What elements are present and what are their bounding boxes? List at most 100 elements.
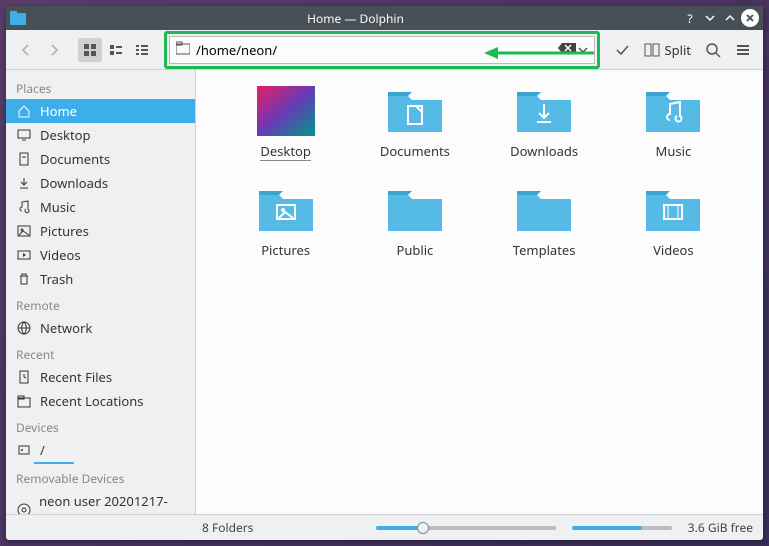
folder-icon (515, 86, 573, 136)
folder-icon (515, 185, 573, 235)
annotation-highlight: /home/neon/ (164, 31, 600, 69)
dolphin-window: Home — Dolphin ? /home/neon/ (6, 6, 763, 540)
folder-templates[interactable]: Templates (485, 185, 604, 260)
compact-view-button[interactable] (104, 38, 128, 62)
sidebar-item-label: Trash (40, 270, 73, 288)
file-view[interactable]: Desktop Documents Downloads Music Pictures Pu… (196, 70, 763, 514)
folder-downloads[interactable]: Downloads (485, 86, 604, 161)
section-devices: Devices (6, 413, 195, 438)
path-bar[interactable]: /home/neon/ (169, 36, 595, 64)
sidebar-item-recent-locations[interactable]: Recent Locations (6, 389, 195, 413)
clear-path-button[interactable] (558, 41, 576, 59)
maximize-button[interactable] (721, 9, 739, 27)
folder-label: Documents (380, 142, 450, 161)
recent locations-icon (16, 394, 32, 408)
sidebar-item-desktop[interactable]: Desktop (6, 123, 195, 147)
path-right-controls (558, 41, 588, 59)
videos-icon (16, 248, 32, 262)
pictures-icon (16, 224, 32, 238)
folder-icon (257, 86, 315, 136)
sidebar: Places Home Desktop Documents Downloads Musi… (6, 70, 196, 514)
downloads-icon (16, 176, 32, 190)
sidebar-item-label: Music (40, 198, 76, 216)
folder-icon (644, 86, 702, 136)
folder-grid: Desktop Documents Downloads Music Pictures Pu… (226, 86, 733, 260)
folder-icon (257, 185, 315, 235)
path-bar-container: /home/neon/ (164, 31, 600, 69)
sidebar-item-music[interactable]: Music (6, 195, 195, 219)
folder-public[interactable]: Public (355, 185, 474, 260)
sidebar-item-label: Downloads (40, 174, 108, 192)
sidebar-item-downloads[interactable]: Downloads (6, 171, 195, 195)
close-button[interactable] (741, 9, 759, 27)
_removable-icon (16, 503, 31, 514)
confirm-path-button[interactable] (610, 38, 634, 62)
details-view-button[interactable] (130, 38, 154, 62)
hamburger-menu-button[interactable] (731, 38, 755, 62)
folder-label: Videos (653, 241, 694, 260)
folder-label: Templates (513, 241, 576, 260)
window-title: Home — Dolphin (30, 10, 681, 27)
statusbar: 8 Folders 3.6 GiB free (6, 514, 763, 540)
sidebar-item-documents[interactable]: Documents (6, 147, 195, 171)
folder-pictures[interactable]: Pictures (226, 185, 345, 260)
folder-icon (644, 185, 702, 235)
folder-icon (386, 86, 444, 136)
folder-label: Downloads (510, 142, 578, 161)
folder-desktop[interactable]: Desktop (226, 86, 345, 161)
search-button[interactable] (701, 38, 725, 62)
disk-free-text: 3.6 GiB free (688, 519, 753, 536)
sidebar-item-videos[interactable]: Videos (6, 243, 195, 267)
help-button[interactable]: ? (681, 9, 699, 27)
folder-label: Public (396, 241, 433, 260)
desktop-icon (16, 128, 32, 142)
sidebar-item-label: Recent Files (40, 368, 112, 386)
toolbar: /home/neon/ Split (6, 30, 763, 70)
sidebar-item-recent-files[interactable]: Recent Files (6, 365, 195, 389)
section-removable: Removable Devices (6, 464, 195, 489)
sidebar-item-label: Desktop (40, 126, 91, 144)
sidebar-item-trash[interactable]: Trash (6, 267, 195, 291)
split-view-button[interactable]: Split (640, 38, 695, 62)
network-icon (16, 321, 32, 335)
back-button[interactable] (14, 38, 38, 62)
sidebar-item-label: / (40, 441, 45, 459)
section-places: Places (6, 74, 195, 99)
titlebar: Home — Dolphin ? (6, 6, 763, 30)
folder-label: Music (656, 142, 692, 161)
sidebar-item-label: Recent Locations (40, 392, 143, 410)
forward-button[interactable] (42, 38, 66, 62)
minimize-button[interactable] (701, 9, 719, 27)
sidebar-item--[interactable]: / (6, 438, 195, 462)
folder-icon (386, 185, 444, 235)
app-icon (6, 6, 30, 30)
split-label: Split (664, 41, 691, 59)
view-mode-group (78, 38, 154, 62)
recent files-icon (16, 370, 32, 384)
documents-icon (16, 152, 32, 166)
sidebar-item-label: Videos (40, 246, 81, 264)
path-dropdown-button[interactable] (578, 41, 588, 59)
folder-documents[interactable]: Documents (355, 86, 474, 161)
sidebar-item-neon-user-20201217-09-5[interactable]: neon user 20201217-09:5 (6, 489, 195, 514)
icon-view-button[interactable] (78, 38, 102, 62)
sidebar-item-pictures[interactable]: Pictures (6, 219, 195, 243)
home-icon (16, 104, 32, 118)
folder-label: Desktop (260, 142, 311, 161)
toolbar-right: Split (610, 38, 755, 62)
folder-music[interactable]: Music (614, 86, 733, 161)
/-icon (16, 443, 32, 457)
body: Places Home Desktop Documents Downloads Musi… (6, 70, 763, 514)
folder-icon (176, 41, 190, 59)
section-recent: Recent (6, 340, 195, 365)
folder-count: 8 Folders (202, 519, 253, 536)
sidebar-item-label: Home (40, 102, 77, 120)
path-text: /home/neon/ (196, 41, 277, 59)
split-icon (644, 42, 660, 58)
folder-videos[interactable]: Videos (614, 185, 733, 260)
sidebar-item-home[interactable]: Home (6, 99, 195, 123)
disk-usage-bar (572, 526, 672, 530)
sidebar-item-network[interactable]: Network (6, 316, 195, 340)
trash-icon (16, 272, 32, 286)
zoom-slider[interactable] (376, 526, 556, 530)
